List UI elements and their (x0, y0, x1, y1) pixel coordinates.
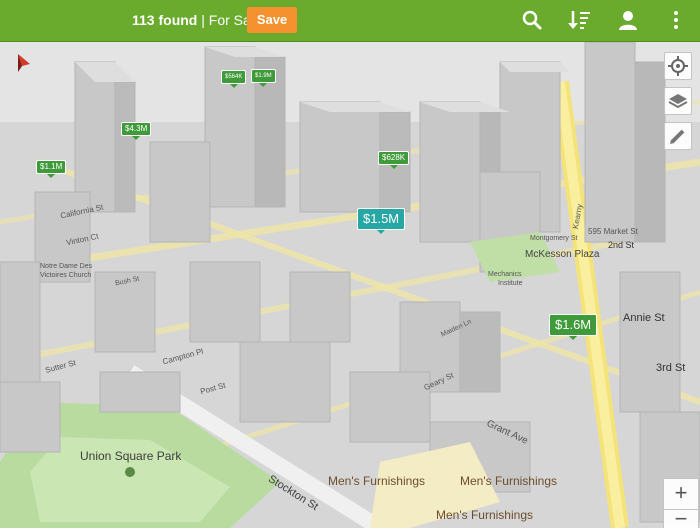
montgomery-st-label: Montgomery St (530, 235, 578, 242)
save-search-button[interactable]: Save (247, 7, 297, 33)
listing-pin[interactable]: $564K (221, 70, 247, 88)
mechanics-institute-label: Mechanics (488, 271, 522, 278)
zoom-out-button[interactable]: − (663, 508, 699, 528)
my-location-button[interactable] (664, 52, 692, 80)
listing-pin[interactable]: $4.3M (121, 122, 152, 140)
summary-separator: | (201, 12, 205, 28)
mechanics-institute-label: Institute (498, 280, 523, 287)
2nd-st-label: 2nd St (608, 240, 635, 250)
mens-furnishings-label: Men's Furnishings (436, 508, 533, 522)
annie-st-label: Annie St (623, 312, 665, 324)
results-count: 113 found (132, 12, 198, 28)
listing-pin[interactable]: $1.6M (549, 314, 598, 340)
layers-icon (668, 94, 688, 109)
listing-pin[interactable]: $628K (378, 151, 410, 169)
mens-furnishings-label: Men's Furnishings (328, 474, 425, 488)
layers-button[interactable] (664, 87, 692, 115)
crosshair-icon (668, 56, 688, 76)
sort-icon[interactable] (568, 8, 592, 32)
595-market-st-label: 595 Market St (588, 227, 638, 236)
notre-dame-label: Notre Dame Des (40, 263, 93, 270)
mens-furnishings-label: Men's Furnishings (460, 474, 557, 488)
overflow-menu-icon[interactable] (666, 8, 686, 32)
notre-dame-label: Victoires Church (40, 272, 92, 279)
account-icon[interactable] (616, 8, 640, 32)
3rd-st-label: 3rd St (656, 362, 686, 374)
mckesson-plaza-label: McKesson Plaza (525, 249, 600, 260)
map-view[interactable]: Union Square Park Stockton St Men's Furn… (0, 42, 700, 528)
search-icon[interactable] (520, 8, 544, 32)
draw-button[interactable] (664, 122, 692, 150)
top-bar: 113 found | For Sale Save (0, 0, 700, 42)
listing-pin-selected[interactable]: $1.5M (357, 208, 406, 234)
listing-pin[interactable]: $1.9M (251, 69, 276, 87)
results-summary: 113 found | For Sale (132, 12, 262, 28)
union-square-park-label: Union Square Park (80, 449, 182, 463)
pencil-icon (670, 129, 685, 144)
listing-pin[interactable]: $1.1M (36, 160, 67, 178)
